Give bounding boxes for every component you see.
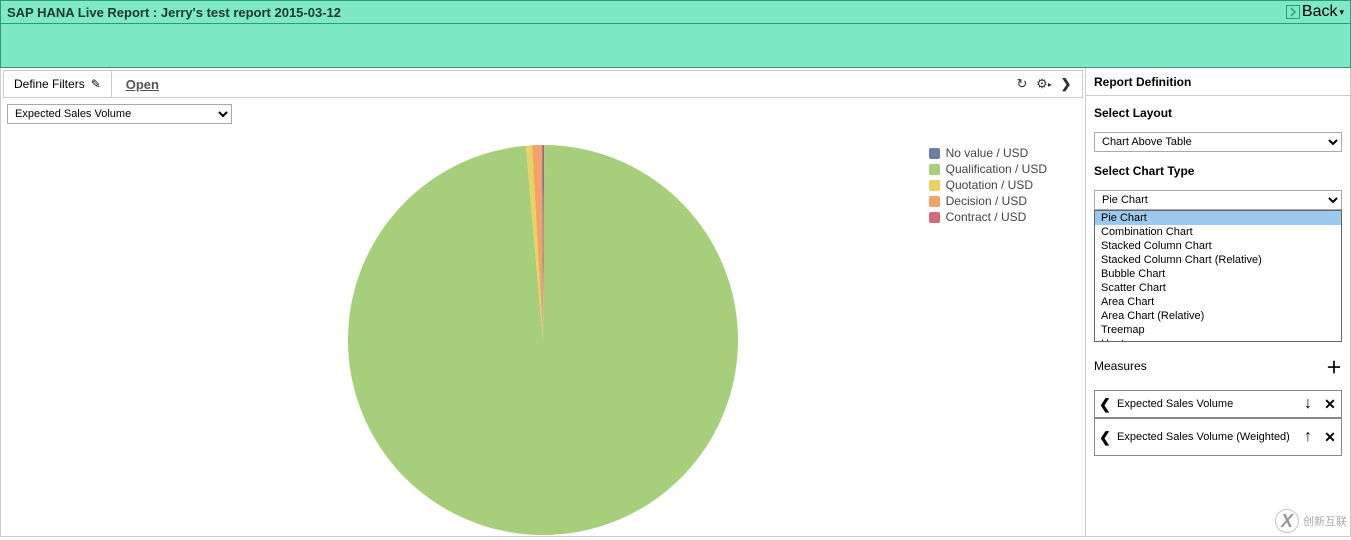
chart-type-option[interactable]: Stacked Column Chart (1095, 239, 1341, 253)
chart-type-option[interactable]: Heatmap (1095, 337, 1341, 341)
back-label: Back (1302, 3, 1338, 21)
legend-label: Decision / USD (946, 194, 1027, 208)
open-link[interactable]: Open (112, 77, 173, 92)
report-main: Define Filters ✎ Open ↻ ⚙▸ ❯ Expected Sa… (1, 68, 1085, 536)
legend-item: Decision / USD (929, 194, 1047, 208)
remove-measure-icon[interactable]: ✕ (1319, 429, 1341, 446)
select-chart-type-label: Select Chart Type (1094, 164, 1342, 178)
measure-collapse-chevron-icon[interactable]: ❮ (1095, 429, 1115, 446)
remove-measure-icon[interactable]: ✕ (1319, 396, 1341, 413)
chart-type-dropdown: Pie ChartCombination ChartStacked Column… (1094, 210, 1342, 342)
chart-type-option[interactable]: Area Chart (1095, 295, 1341, 309)
header-band (0, 24, 1351, 68)
define-filters-label: Define Filters (14, 77, 85, 91)
expand-chevron-icon[interactable]: ❯ (1058, 76, 1074, 92)
pencil-icon: ✎ (91, 77, 101, 91)
chart-type-option[interactable]: Combination Chart (1095, 225, 1341, 239)
legend-label: No value / USD (946, 146, 1029, 160)
legend-label: Qualification / USD (946, 162, 1047, 176)
measure-collapse-chevron-icon[interactable]: ❮ (1095, 396, 1115, 413)
chart-legend: No value / USD Qualification / USD Quotati… (929, 146, 1047, 226)
select-layout-label: Select Layout (1094, 106, 1342, 120)
legend-swatch-icon (929, 164, 940, 175)
chart-area: No value / USD Qualification / USD Quotati… (1, 128, 1085, 536)
legend-swatch-icon (929, 180, 940, 191)
legend-label: Quotation / USD (946, 178, 1033, 192)
add-measure-icon[interactable]: ＋ (1326, 354, 1342, 378)
chart-type-option[interactable]: Area Chart (Relative) (1095, 309, 1341, 323)
measure-row-label: Expected Sales Volume (1115, 398, 1297, 410)
define-filters-button[interactable]: Define Filters ✎ (4, 71, 111, 97)
legend-label: Contract / USD (946, 210, 1027, 224)
measures-label: Measures (1094, 359, 1147, 373)
legend-swatch-icon (929, 148, 940, 159)
back-dropdown-caret-icon: ▾ (1339, 7, 1344, 18)
chart-type-option[interactable]: Treemap (1095, 323, 1341, 337)
legend-item: Contract / USD (929, 210, 1047, 224)
panel-title: Report Definition (1086, 68, 1350, 96)
measure-select[interactable]: Expected Sales Volume (7, 104, 232, 124)
chart-type-option[interactable]: Bubble Chart (1095, 267, 1341, 281)
measure-row: ❮ Expected Sales Volume ↓ ✕ (1094, 390, 1342, 418)
window-titlebar: SAP HANA Live Report : Jerry's test repo… (0, 0, 1351, 24)
chart-type-select[interactable]: Pie Chart (1094, 190, 1342, 210)
report-definition-panel: Report Definition Select Layout Chart Ab… (1085, 68, 1350, 536)
back-arrow-icon (1286, 5, 1300, 19)
move-down-icon[interactable]: ↓ (1297, 395, 1319, 413)
chart-type-option[interactable]: Scatter Chart (1095, 281, 1341, 295)
layout-select[interactable]: Chart Above Table (1094, 132, 1342, 152)
chart-type-option[interactable]: Pie Chart (1095, 211, 1341, 225)
refresh-icon[interactable]: ↻ (1014, 76, 1030, 92)
settings-gear-icon[interactable]: ⚙▸ (1036, 76, 1052, 92)
measure-row: ❮ Expected Sales Volume (Weighted) ↑ ✕ (1094, 418, 1342, 456)
legend-swatch-icon (929, 196, 940, 207)
pie-chart (343, 140, 743, 540)
chart-type-option[interactable]: Stacked Column Chart (Relative) (1095, 253, 1341, 267)
legend-item: No value / USD (929, 146, 1047, 160)
back-button[interactable]: Back ▾ (1286, 3, 1344, 21)
legend-swatch-icon (929, 212, 940, 223)
legend-item: Qualification / USD (929, 162, 1047, 176)
legend-item: Quotation / USD (929, 178, 1047, 192)
measure-row-label: Expected Sales Volume (Weighted) (1115, 431, 1297, 443)
move-up-icon[interactable]: ↑ (1297, 428, 1319, 446)
window-title: SAP HANA Live Report : Jerry's test repo… (7, 5, 341, 20)
report-toolbar: Define Filters ✎ Open ↻ ⚙▸ ❯ (3, 70, 1083, 98)
